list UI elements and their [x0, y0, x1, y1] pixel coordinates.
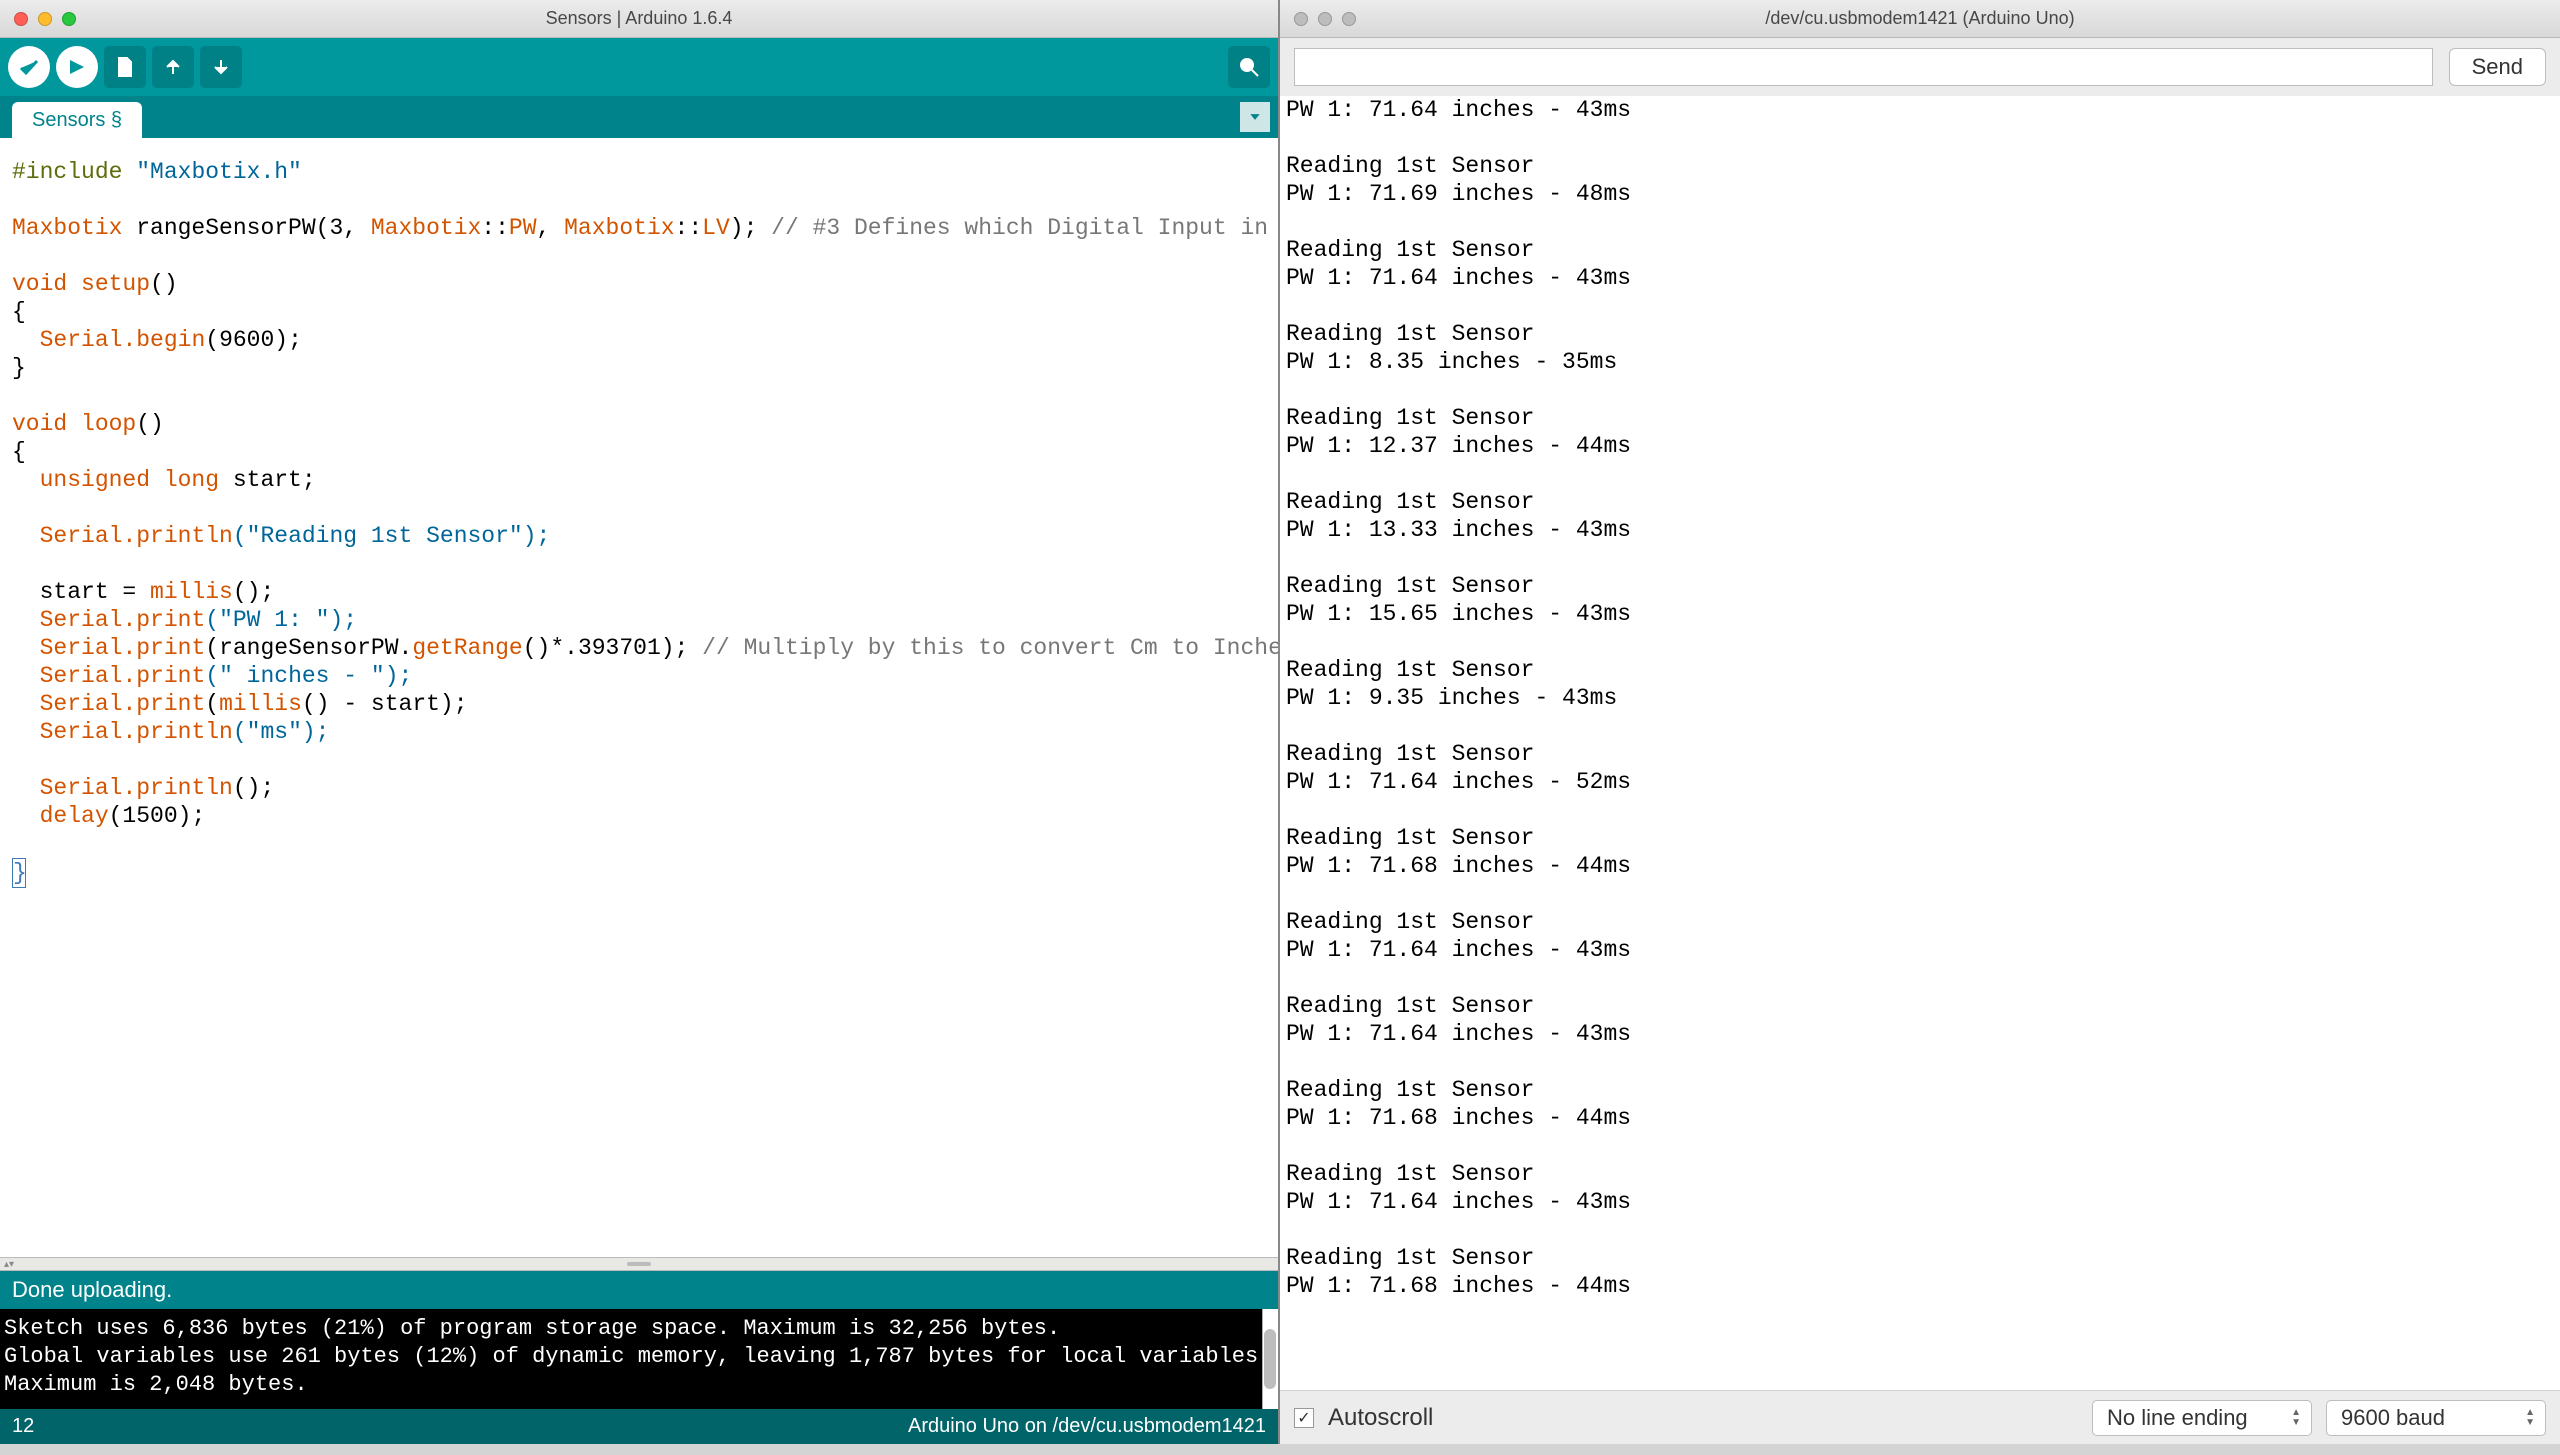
serial-window-title: /dev/cu.usbmodem1421 (Arduino Uno) [1280, 8, 2560, 29]
baud-value: 9600 baud [2341, 1405, 2445, 1431]
console-line: Maximum is 2,048 bytes. [4, 1372, 308, 1397]
autoscroll-label[interactable]: Autoscroll [1328, 1404, 1433, 1432]
serial-titlebar: /dev/cu.usbmodem1421 (Arduino Uno) [1280, 0, 2560, 38]
tab-label: Sensors § [32, 109, 122, 132]
updown-icon: ▲▼ [2291, 1409, 2301, 1427]
send-button[interactable]: Send [2449, 48, 2546, 86]
serial-monitor-window: /dev/cu.usbmodem1421 (Arduino Uno) Send … [1280, 0, 2560, 1444]
chevron-down-icon [1248, 110, 1262, 124]
serial-send-bar: Send [1280, 38, 2560, 96]
updown-icon: ▲▼ [2525, 1409, 2535, 1427]
cursor-brace: } [12, 858, 26, 888]
serial-bottom-bar: ✓ Autoscroll No line ending ▲▼ 9600 baud… [1280, 1390, 2560, 1444]
arduino-ide-window: Sensors | Arduino 1.6.4 Sensors § #inclu… [0, 0, 1280, 1444]
code-editor[interactable]: #include "Maxbotix.h" Maxbotix rangeSens… [0, 138, 1278, 1257]
serial-output[interactable]: PW 1: 71.64 inches - 43ms Reading 1st Se… [1280, 96, 2560, 1390]
baud-select[interactable]: 9600 baud ▲▼ [2326, 1400, 2546, 1436]
ide-toolbar [0, 38, 1278, 96]
arrow-right-icon [65, 55, 89, 79]
line-ending-value: No line ending [2107, 1405, 2248, 1431]
open-sketch-button[interactable] [152, 46, 194, 88]
compiler-console[interactable]: Sketch uses 6,836 bytes (21%) of program… [0, 1309, 1278, 1409]
board-port-label: Arduino Uno on /dev/cu.usbmodem1421 [908, 1415, 1266, 1438]
tab-menu-button[interactable] [1240, 102, 1270, 132]
line-ending-select[interactable]: No line ending ▲▼ [2092, 1400, 2312, 1436]
magnifier-icon [1237, 55, 1261, 79]
arrow-down-icon [209, 55, 233, 79]
ide-titlebar: Sensors | Arduino 1.6.4 [0, 0, 1278, 38]
new-sketch-button[interactable] [104, 46, 146, 88]
tab-strip: Sensors § [0, 96, 1278, 138]
autoscroll-checkbox[interactable]: ✓ [1294, 1408, 1314, 1428]
save-sketch-button[interactable] [200, 46, 242, 88]
send-button-label: Send [2472, 54, 2523, 79]
status-bar: Done uploading. [0, 1271, 1278, 1309]
ide-window-title: Sensors | Arduino 1.6.4 [0, 8, 1278, 29]
console-line: Sketch uses 6,836 bytes (21%) of program… [4, 1316, 1060, 1341]
check-icon [17, 55, 41, 79]
file-icon [113, 55, 137, 79]
console-scrollbar[interactable] [1262, 1309, 1278, 1409]
arrow-up-icon [161, 55, 185, 79]
upload-button[interactable] [56, 46, 98, 88]
serial-input[interactable] [1294, 48, 2433, 86]
ide-footer: 12 Arduino Uno on /dev/cu.usbmodem1421 [0, 1409, 1278, 1444]
console-line: Global variables use 261 bytes (12%) of … [4, 1344, 1271, 1369]
serial-monitor-button[interactable] [1228, 46, 1270, 88]
verify-button[interactable] [8, 46, 50, 88]
scrollbar-thumb[interactable] [1264, 1329, 1276, 1389]
tab-sensors[interactable]: Sensors § [12, 102, 142, 138]
pane-resize-handle[interactable]: ▴▾ [0, 1257, 1278, 1271]
status-message: Done uploading. [12, 1277, 172, 1302]
